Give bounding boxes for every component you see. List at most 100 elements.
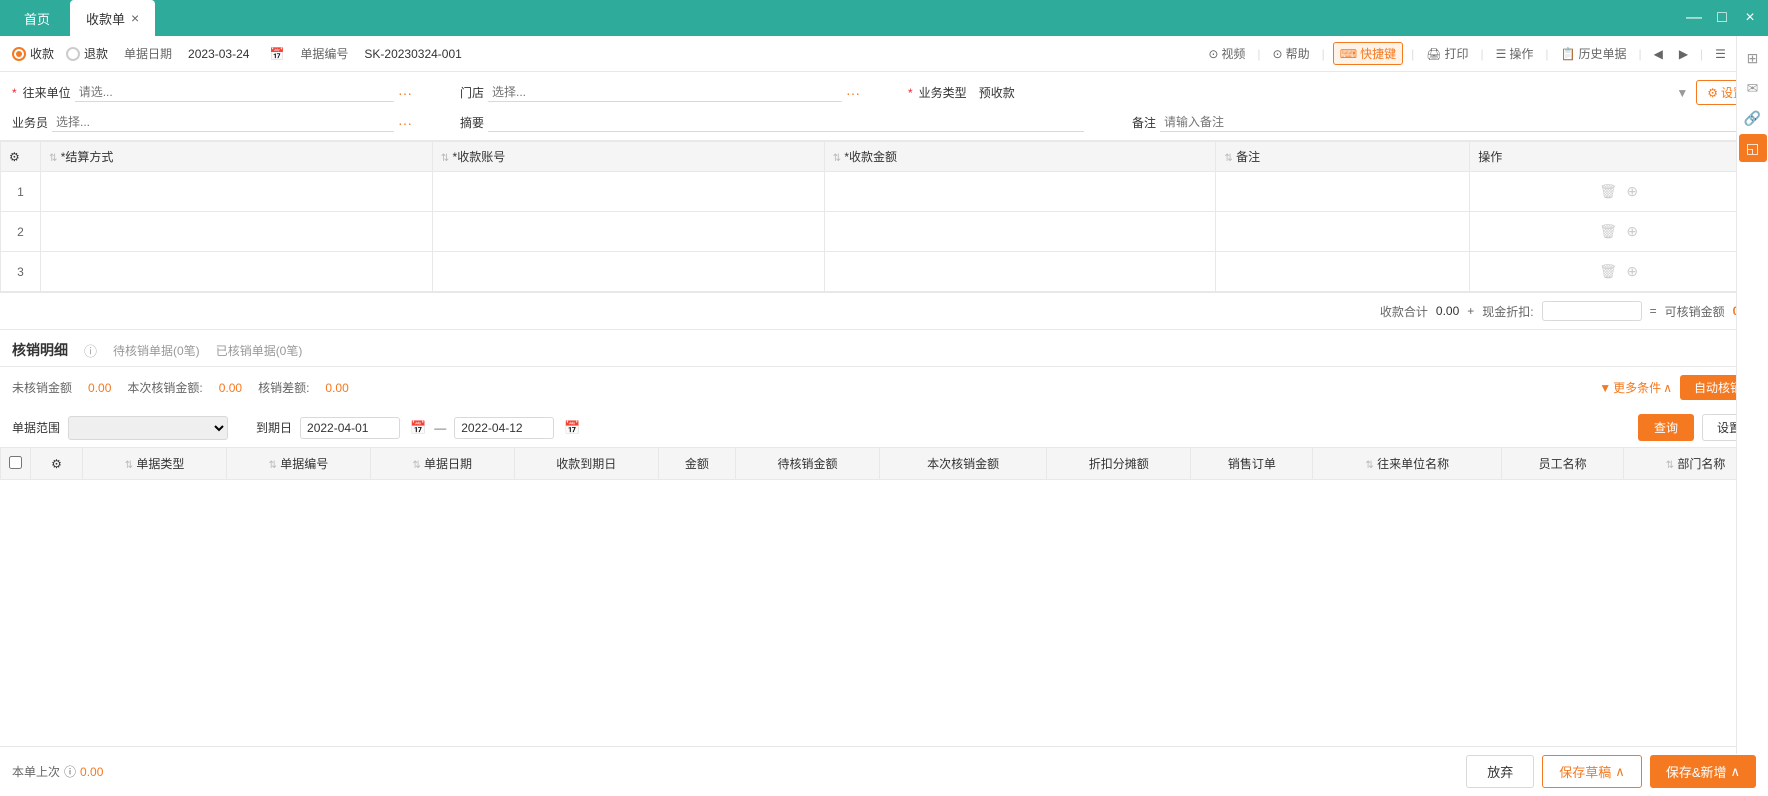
row3-settlement[interactable] [41, 252, 433, 292]
row3-action: 🗑 ⊕ [1470, 252, 1768, 292]
more-conditions-btn[interactable]: ▼ 更多条件 ∧ [1599, 379, 1672, 396]
row1-settlement[interactable] [41, 172, 433, 212]
sort-icon4: ⇅ [1224, 153, 1232, 164]
row1-delete-icon[interactable]: 🗑 [1599, 183, 1617, 199]
table-gear-header[interactable]: ⚙ [1, 142, 41, 172]
row3-account[interactable] [432, 252, 824, 292]
date-to-input[interactable] [454, 417, 554, 439]
verify-info-icon[interactable]: ⓘ [84, 341, 97, 360]
row1-amount[interactable] [824, 172, 1216, 212]
info-icon[interactable]: ⓘ [64, 763, 76, 780]
save-new-btn[interactable]: 保存&新增 ∧ [1650, 755, 1756, 788]
range-label: 单据范围 [12, 419, 60, 436]
minimize-btn[interactable]: — [1684, 9, 1704, 27]
summary-row: 收款合计 0.00 + 现金折扣: = 可核销金额 0.00 [0, 293, 1768, 330]
salesperson-input[interactable] [52, 113, 394, 132]
row-num-1: 1 [1, 172, 41, 212]
abandon-btn[interactable]: 放弃 [1466, 755, 1534, 788]
store-group: 门店 ··· [460, 83, 860, 102]
date-range-row: 单据范围 到期日 📅 — 📅 查询 设置 [0, 408, 1768, 447]
current-label: 本单上次 [12, 763, 60, 780]
print-btn[interactable]: 🖨 打印 [1422, 43, 1472, 64]
calendar-to-icon[interactable]: 📅 [564, 420, 580, 436]
remark-input[interactable] [1160, 113, 1756, 132]
filter-icon: ▼ [1599, 381, 1611, 395]
shortcut-btn[interactable]: ⌨ 快捷键 [1333, 42, 1403, 65]
remark-group: 备注 [1132, 113, 1756, 132]
form-row-2: 业务员 ··· 摘要 备注 [12, 113, 1756, 132]
receipt-radio[interactable]: 收款 [12, 45, 54, 62]
query-btn[interactable]: 查询 [1638, 414, 1694, 441]
row3-amount[interactable] [824, 252, 1216, 292]
sidebar-link-icon[interactable]: 🔗 [1739, 104, 1767, 132]
range-select[interactable] [68, 416, 228, 440]
row2-remark[interactable] [1216, 212, 1470, 252]
row2-delete-icon[interactable]: 🗑 [1599, 223, 1617, 239]
draft-btn[interactable]: 保存草稿 ∧ [1542, 755, 1642, 788]
row1-account[interactable] [432, 172, 824, 212]
store-more-btn[interactable]: ··· [846, 85, 860, 101]
row1-remark[interactable] [1216, 172, 1470, 212]
checkbox-header[interactable] [1, 448, 31, 480]
sort-icon3: ⇅ [833, 153, 841, 164]
row2-action: 🗑 ⊕ [1470, 212, 1768, 252]
sidebar-mail-icon[interactable]: ✉ [1739, 74, 1767, 102]
row3-remark[interactable] [1216, 252, 1470, 292]
draft-dropdown-icon[interactable]: ∧ [1615, 764, 1625, 780]
counterpart-more-btn[interactable]: ··· [398, 85, 412, 101]
row1-copy-icon[interactable]: ⊕ [1626, 183, 1638, 199]
divider6: | [1638, 47, 1641, 61]
result-label: 可核销金额 [1665, 303, 1725, 320]
discount-input[interactable] [1542, 301, 1642, 321]
store-label: 门店 [460, 84, 484, 101]
gear-col-header[interactable]: ⚙ [31, 448, 83, 480]
calendar-from-icon[interactable]: 📅 [410, 420, 426, 436]
row3-delete-icon[interactable]: 🗑 [1599, 263, 1617, 279]
next-btn[interactable]: ▶ [1675, 45, 1692, 63]
save-new-dropdown-icon[interactable]: ∧ [1730, 764, 1740, 780]
unverified-label: 未核销金额 [12, 379, 72, 396]
sidebar-frame-icon[interactable]: ◱ [1739, 134, 1767, 162]
history-btn[interactable]: 📋 历史单据 [1556, 43, 1630, 64]
right-sidebar: ⊞ ✉ 🔗 ◱ [1736, 36, 1768, 754]
counterpart-required: * [12, 86, 17, 100]
row2-account[interactable] [432, 212, 824, 252]
counterpart-input[interactable] [75, 83, 394, 102]
toolbar-right: ⊙ 视频 | ⊙ 帮助 | ⌨ 快捷键 | 🖨 打印 | ☰ 操作 [1204, 42, 1756, 65]
store-input[interactable] [488, 83, 842, 102]
select-all-checkbox[interactable] [9, 456, 22, 469]
refund-radio[interactable]: 退款 [66, 45, 108, 62]
operation-btn[interactable]: ☰ 操作 [1492, 43, 1538, 64]
help-btn[interactable]: ⊙ 帮助 [1269, 43, 1314, 64]
row2-settlement[interactable] [41, 212, 433, 252]
total-value: 0.00 [1436, 304, 1459, 318]
date-from-input[interactable] [300, 417, 400, 439]
tab-receipt[interactable]: 收款单 × [70, 0, 155, 36]
row1-action: 🗑 ⊕ [1470, 172, 1768, 212]
diff-value: 0.00 [325, 381, 348, 395]
business-type-label: 业务类型 [919, 84, 967, 101]
row3-copy-icon[interactable]: ⊕ [1626, 263, 1638, 279]
current-verify-value: 0.00 [219, 381, 242, 395]
tab-home[interactable]: 首页 [8, 0, 66, 36]
diff-label: 核销差额: [258, 379, 309, 396]
maximize-btn[interactable]: □ [1712, 9, 1732, 27]
tab-close-icon[interactable]: × [131, 10, 139, 26]
business-type-group: * 业务类型 预收款 ▼ [908, 84, 1688, 101]
amount-header: ⇅ *收款金额 [824, 142, 1216, 172]
list-view-btn[interactable]: ☰ [1711, 45, 1730, 63]
summary-input[interactable] [488, 113, 1084, 132]
pending-tab[interactable]: 待核销单据(0笔) [113, 342, 200, 359]
summary-group: 摘要 [460, 113, 1084, 132]
verify-header: 核销明细 ⓘ 待核销单据(0笔) 已核销单据(0笔) [0, 330, 1768, 367]
prev-btn[interactable]: ◀ [1650, 45, 1667, 63]
sidebar-table-icon[interactable]: ⊞ [1739, 44, 1767, 72]
video-btn[interactable]: ⊙ 视频 [1204, 43, 1249, 64]
calendar-icon[interactable]: 📅 [269, 47, 284, 61]
salesperson-more-btn[interactable]: ··· [398, 115, 412, 131]
done-tab[interactable]: 已核销单据(0笔) [216, 342, 303, 359]
business-type-dropdown[interactable]: ▼ [1676, 86, 1688, 100]
row2-amount[interactable] [824, 212, 1216, 252]
window-close-btn[interactable]: × [1740, 9, 1760, 27]
row2-copy-icon[interactable]: ⊕ [1626, 223, 1638, 239]
